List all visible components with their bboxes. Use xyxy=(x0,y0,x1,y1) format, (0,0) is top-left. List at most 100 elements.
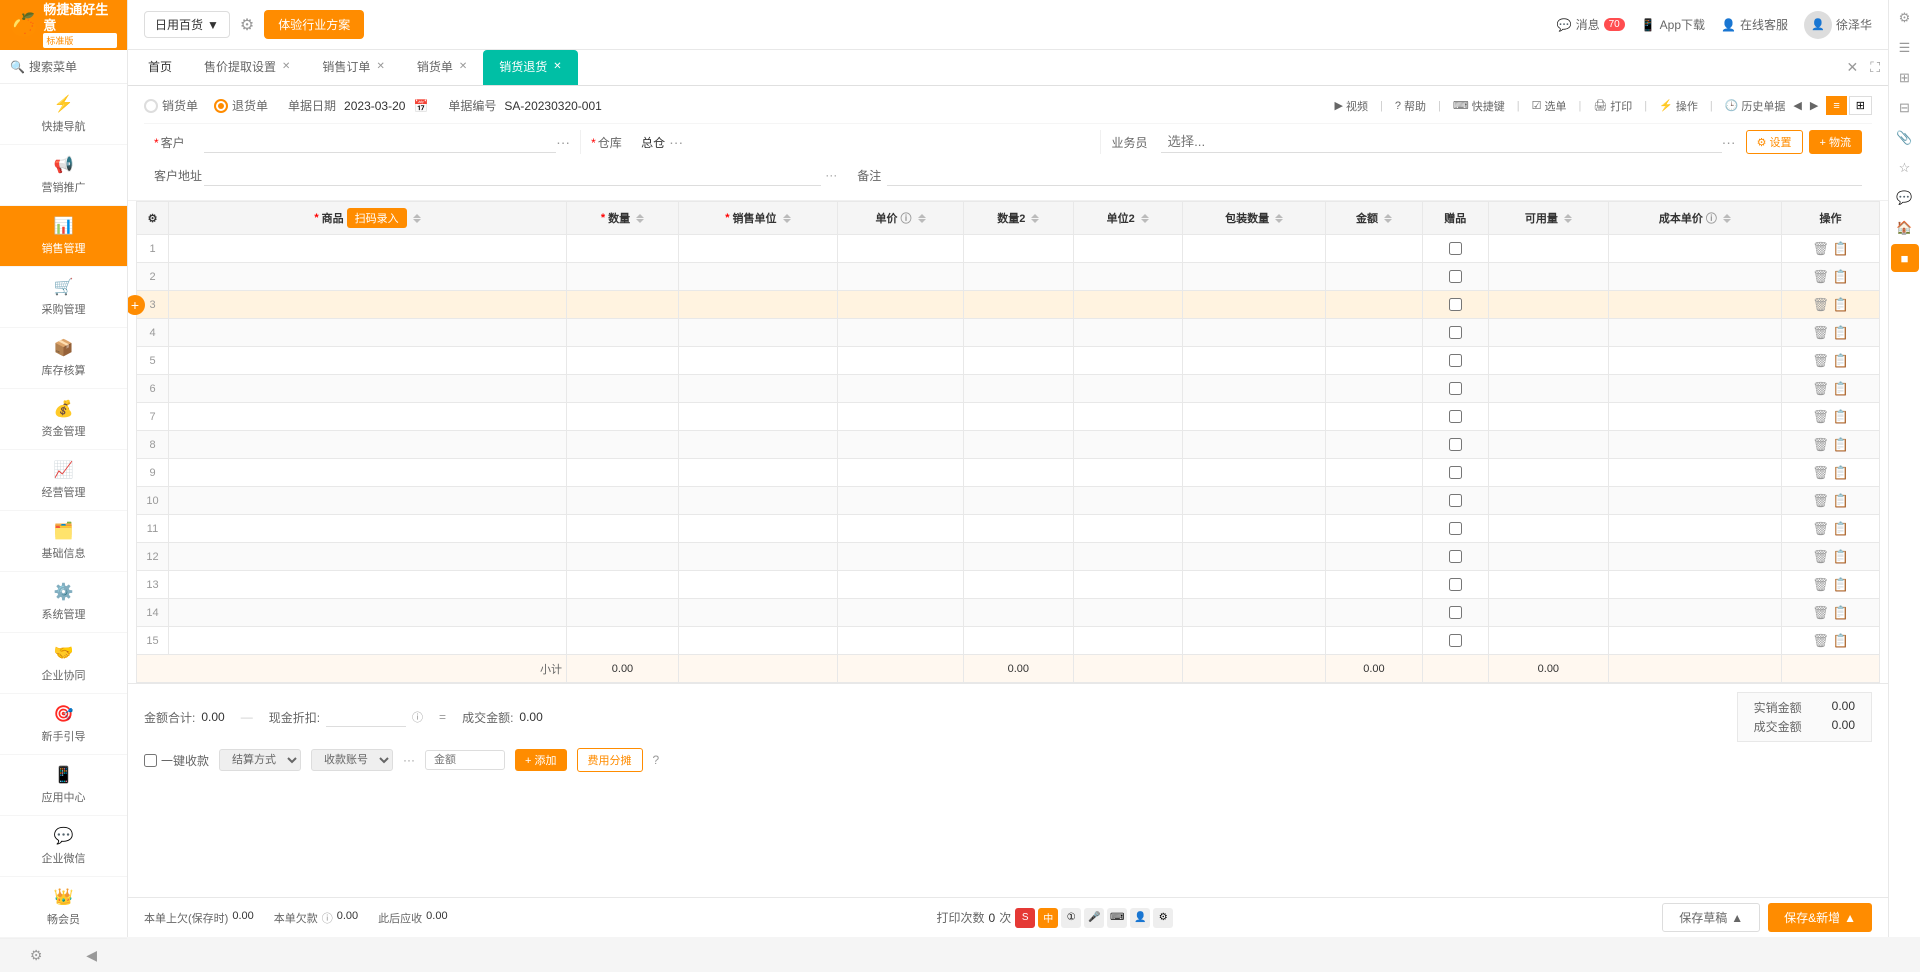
user-item[interactable]: 👤 徐泽华 xyxy=(1804,11,1872,39)
avail-cell-4[interactable] xyxy=(1488,319,1608,347)
cell-2-6[interactable] xyxy=(1326,263,1422,291)
product-cell-9[interactable] xyxy=(169,459,567,487)
copy-row-15[interactable]: 📋 xyxy=(1833,633,1849,649)
cell-9-1[interactable] xyxy=(678,459,837,487)
address-input[interactable] xyxy=(204,164,821,186)
cost-cell-2[interactable] xyxy=(1608,263,1781,291)
gift-check-2[interactable] xyxy=(1449,270,1462,283)
product-sort-icon[interactable] xyxy=(413,214,421,223)
gift-check-5[interactable] xyxy=(1449,354,1462,367)
cell-12-1[interactable] xyxy=(678,543,837,571)
tab-sale-goods[interactable]: 销货单 ✕ xyxy=(401,50,483,85)
account-dots[interactable]: ··· xyxy=(403,753,415,767)
cell-1-5[interactable] xyxy=(1182,235,1325,263)
cell-6-6[interactable] xyxy=(1326,375,1422,403)
industry-select[interactable]: 日用百货 ▼ xyxy=(144,11,230,38)
cost-info-icon[interactable]: ⓘ xyxy=(1706,210,1717,226)
calc-select[interactable]: 结算方式 xyxy=(219,749,301,771)
cell-9-3[interactable] xyxy=(964,459,1073,487)
gift-cell-9[interactable] xyxy=(1422,459,1488,487)
logistics-button[interactable]: + 物流 xyxy=(1809,130,1862,154)
cell-3-5[interactable] xyxy=(1182,291,1325,319)
cell-11-4[interactable] xyxy=(1073,515,1182,543)
gift-check-14[interactable] xyxy=(1449,606,1462,619)
staff-input[interactable] xyxy=(1161,131,1721,153)
cell-14-4[interactable] xyxy=(1073,599,1182,627)
gift-cell-14[interactable] xyxy=(1422,599,1488,627)
cell-3-1[interactable] xyxy=(678,291,837,319)
gift-check-13[interactable] xyxy=(1449,578,1462,591)
sidebar-item-yingyong[interactable]: 📱 应用中心 xyxy=(0,755,127,816)
cell-5-1[interactable] xyxy=(678,347,837,375)
cell-5-0[interactable] xyxy=(567,347,679,375)
sidebar-item-qiye[interactable]: 🤝 企业协同 xyxy=(0,633,127,694)
gift-cell-10[interactable] xyxy=(1422,487,1488,515)
cell-10-6[interactable] xyxy=(1326,487,1422,515)
cell-7-0[interactable] xyxy=(567,403,679,431)
product-cell-2[interactable] xyxy=(169,263,567,291)
delete-row-1[interactable]: 🗑 xyxy=(1812,241,1829,257)
discount-info-icon[interactable]: ⓘ xyxy=(412,709,423,725)
right-panel-icon-list[interactable]: ☰ xyxy=(1891,34,1919,62)
cell-3-4[interactable] xyxy=(1073,291,1182,319)
sidebar-item-yingxiao[interactable]: 📢 营销推广 xyxy=(0,145,127,206)
settings-icon[interactable]: ⚙ xyxy=(30,947,43,964)
cell-15-2[interactable] xyxy=(837,627,963,655)
product-cell-4[interactable] xyxy=(169,319,567,347)
cell-14-1[interactable] xyxy=(678,599,837,627)
action-video[interactable]: ▶ 视频 xyxy=(1335,98,1368,114)
cost-cell-14[interactable] xyxy=(1608,599,1781,627)
cell-8-6[interactable] xyxy=(1326,431,1422,459)
cell-1-6[interactable] xyxy=(1326,235,1422,263)
right-panel-icon-home[interactable]: 🏠 xyxy=(1891,214,1919,242)
cell-5-2[interactable] xyxy=(837,347,963,375)
cell-14-0[interactable] xyxy=(567,599,679,627)
avail-cell-7[interactable] xyxy=(1488,403,1608,431)
product-cell-5[interactable] xyxy=(169,347,567,375)
cost-cell-3[interactable] xyxy=(1608,291,1781,319)
staff-dots[interactable]: ··· xyxy=(1722,134,1736,150)
discount-input[interactable] xyxy=(326,707,406,727)
avail-cell-10[interactable] xyxy=(1488,487,1608,515)
sidebar-search[interactable]: 🔍 搜索菜单 xyxy=(0,50,127,84)
cell-13-5[interactable] xyxy=(1182,571,1325,599)
tab-home[interactable]: 首页 xyxy=(132,50,188,85)
footer-icon-1[interactable]: ① xyxy=(1061,908,1081,928)
delete-row-10[interactable]: 🗑 xyxy=(1812,493,1829,509)
right-panel-icon-orange[interactable]: ■ xyxy=(1891,244,1919,272)
cell-6-3[interactable] xyxy=(964,375,1073,403)
right-panel-icon-star[interactable]: ☆ xyxy=(1891,154,1919,182)
copy-row-2[interactable]: 📋 xyxy=(1833,269,1849,285)
avail-cell-9[interactable] xyxy=(1488,459,1608,487)
cell-11-6[interactable] xyxy=(1326,515,1422,543)
unit-sort-icon[interactable] xyxy=(783,214,791,223)
sidebar-item-jingying[interactable]: 📈 经营管理 xyxy=(0,450,127,511)
right-panel-icon-filter[interactable]: ⊟ xyxy=(1891,94,1919,122)
view-grid-btn[interactable]: ⊞ xyxy=(1849,96,1872,115)
cell-7-4[interactable] xyxy=(1073,403,1182,431)
cell-1-3[interactable] xyxy=(964,235,1073,263)
experience-button[interactable]: 体验行业方案 xyxy=(264,10,364,39)
cell-12-2[interactable] xyxy=(837,543,963,571)
cell-8-4[interactable] xyxy=(1073,431,1182,459)
avail-cell-1[interactable] xyxy=(1488,235,1608,263)
copy-row-9[interactable]: 📋 xyxy=(1833,465,1849,481)
cost-cell-7[interactable] xyxy=(1608,403,1781,431)
cell-13-0[interactable] xyxy=(567,571,679,599)
customer-input[interactable] xyxy=(204,131,556,153)
delete-row-14[interactable]: 🗑 xyxy=(1812,605,1829,621)
th-settings[interactable]: ⚙ xyxy=(137,202,169,235)
product-cell-7[interactable] xyxy=(169,403,567,431)
gift-cell-6[interactable] xyxy=(1422,375,1488,403)
customer-dots[interactable]: ··· xyxy=(556,134,570,150)
avail-cell-14[interactable] xyxy=(1488,599,1608,627)
right-panel-icon-grid[interactable]: ⊞ xyxy=(1891,64,1919,92)
cost-sort-icon[interactable] xyxy=(1723,214,1731,223)
cell-3-2[interactable] xyxy=(837,291,963,319)
cell-7-3[interactable] xyxy=(964,403,1073,431)
radio-return[interactable]: 退货单 xyxy=(214,97,268,114)
cell-8-1[interactable] xyxy=(678,431,837,459)
product-cell-14[interactable] xyxy=(169,599,567,627)
cell-4-4[interactable] xyxy=(1073,319,1182,347)
cell-9-4[interactable] xyxy=(1073,459,1182,487)
